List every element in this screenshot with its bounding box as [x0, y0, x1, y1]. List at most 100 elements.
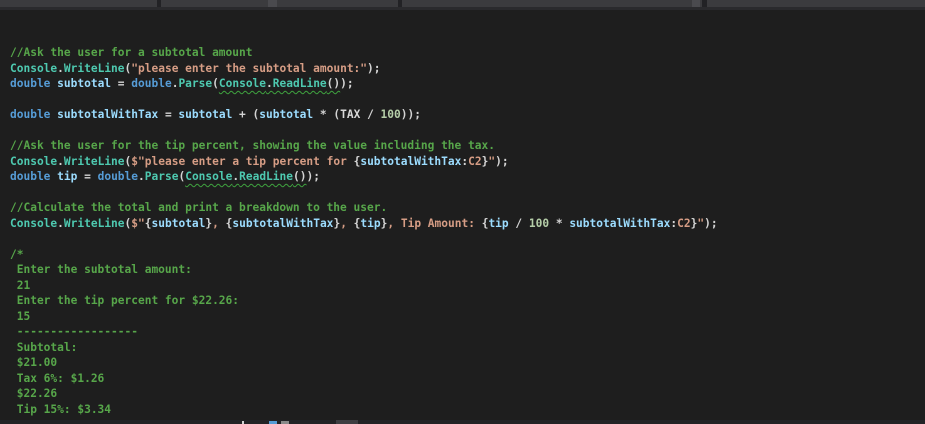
- code-token: Console: [10, 154, 58, 168]
- code-token: *: [549, 216, 570, 230]
- code-line: Subtotal:: [10, 340, 925, 356]
- tab-separator-gap: [398, 0, 402, 7]
- code-token: (): [293, 170, 307, 183]
- code-line: $21.00: [10, 355, 925, 371]
- code-token: double: [131, 77, 172, 90]
- code-token: /: [508, 216, 529, 230]
- code-token: Console: [10, 216, 58, 230]
- code-token: C2: [468, 154, 482, 168]
- code-token: Tax 6%: $1.26: [10, 371, 105, 385]
- code-token: $21.00: [10, 356, 58, 369]
- code-token: WriteLine: [63, 216, 125, 230]
- code-token: (): [326, 77, 341, 90]
- code-token: tip: [488, 216, 509, 230]
- code-token: double: [10, 108, 58, 121]
- code-editor-text-area[interactable]: //Ask the user for a subtotal amount Cons…: [0, 10, 925, 424]
- cutoff-next-line-strip: [0, 420, 925, 424]
- code-token: {: [144, 216, 152, 230]
- code-token: Console: [10, 61, 58, 75]
- code-token: /*: [10, 247, 24, 261]
- code-token: //Ask the user for a subtotal amount: [10, 46, 253, 59]
- code-token: //Ask the user for the tip percent, show…: [10, 139, 495, 152]
- code-token: TAX: [340, 108, 361, 121]
- code-token: double: [10, 170, 58, 183]
- code-token: Tip 15%: $3.34: [10, 402, 112, 416]
- code-token: + (: [232, 108, 260, 121]
- code-token: subtotal: [178, 108, 233, 121]
- code-token: =: [77, 170, 98, 183]
- code-token: (: [212, 77, 219, 90]
- code-token: Parse: [144, 170, 179, 183]
- code-token: );: [306, 170, 320, 183]
- cutoff-glyph-fragment: [336, 420, 358, 424]
- code-token: subtotal: [259, 108, 314, 121]
- code-token: Parse: [178, 77, 213, 90]
- code-token: double: [10, 77, 58, 90]
- code-lines: //Ask the user for a subtotal amount Cons…: [10, 45, 925, 424]
- code-token: C2: [677, 216, 691, 230]
- code-token: please enter a tip percent for: [144, 154, 354, 168]
- code-token: "please enter the subtotal amount:": [131, 61, 368, 75]
- code-token: );: [367, 61, 381, 75]
- code-token: );: [340, 77, 354, 90]
- code-line: 21: [10, 278, 925, 294]
- code-token: .: [138, 170, 145, 183]
- code-token: ));: [400, 108, 421, 121]
- code-token: Subtotal:: [10, 340, 78, 354]
- code-line: //Calculate the total and print a breakd…: [10, 200, 925, 216]
- code-token: );: [495, 154, 509, 168]
- code-token: , Tip Amount:: [387, 216, 482, 230]
- tab-separator-gap: [702, 0, 707, 7]
- code-line: 15: [10, 309, 925, 325]
- code-token: subtotalWithTax: [232, 216, 334, 230]
- code-token: WriteLine: [63, 61, 125, 75]
- code-token: subtotal: [57, 77, 112, 90]
- code-token: =: [158, 108, 179, 121]
- code-line: Console.WriteLine($"please enter a tip p…: [10, 154, 925, 170]
- code-token: ,: [212, 216, 226, 230]
- code-token: tip: [57, 170, 78, 183]
- code-line: $22.26: [10, 386, 925, 402]
- code-token: double: [97, 170, 139, 183]
- code-line: Console.WriteLine($"{subtotal}, {subtota…: [10, 216, 925, 232]
- code-token: subtotalWithTax: [360, 154, 462, 168]
- code-token: ------------------: [10, 325, 138, 338]
- code-line: Enter the tip percent for $22.26:: [10, 293, 925, 309]
- code-token: 100: [528, 216, 550, 230]
- tab-edge-notch: [268, 0, 277, 7]
- code-token: ReadLine: [272, 77, 327, 90]
- code-token: 15: [10, 309, 31, 323]
- code-token: ReadLine: [239, 170, 293, 183]
- code-line: Tax 6%: $1.26: [10, 371, 925, 387]
- code-token: 21: [10, 278, 31, 292]
- code-token: tip: [360, 216, 381, 230]
- tab-bar-bottom-edge: [0, 0, 925, 7]
- code-line: Enter the subtotal amount:: [10, 262, 925, 278]
- code-token: ,: [340, 216, 354, 230]
- code-line: Tip 15%: $3.34: [10, 402, 925, 418]
- code-line: /*: [10, 247, 925, 263]
- code-token: Enter the tip percent for $22.26:: [10, 294, 240, 307]
- code-token: .: [57, 216, 64, 230]
- code-line: //Ask the user for a subtotal amount: [10, 45, 925, 61]
- code-token: .: [266, 77, 273, 90]
- code-token: /: [360, 108, 381, 121]
- code-token: .: [57, 61, 64, 75]
- code-token: WriteLine: [63, 154, 125, 168]
- code-token: $22.26: [10, 387, 58, 400]
- code-line: //Ask the user for the tip percent, show…: [10, 138, 925, 154]
- tab-edge-notch: [692, 0, 700, 7]
- code-token: 100: [380, 108, 401, 121]
- code-token: $": [131, 154, 145, 168]
- code-line: ------------------: [10, 324, 925, 340]
- code-token: =: [111, 77, 132, 90]
- code-token: );: [704, 216, 718, 230]
- code-token: subtotalWithTax: [569, 216, 671, 230]
- code-token: .: [57, 154, 64, 168]
- code-token: * (: [313, 108, 341, 121]
- code-line: double tip = double.Parse(Console.ReadLi…: [10, 169, 925, 185]
